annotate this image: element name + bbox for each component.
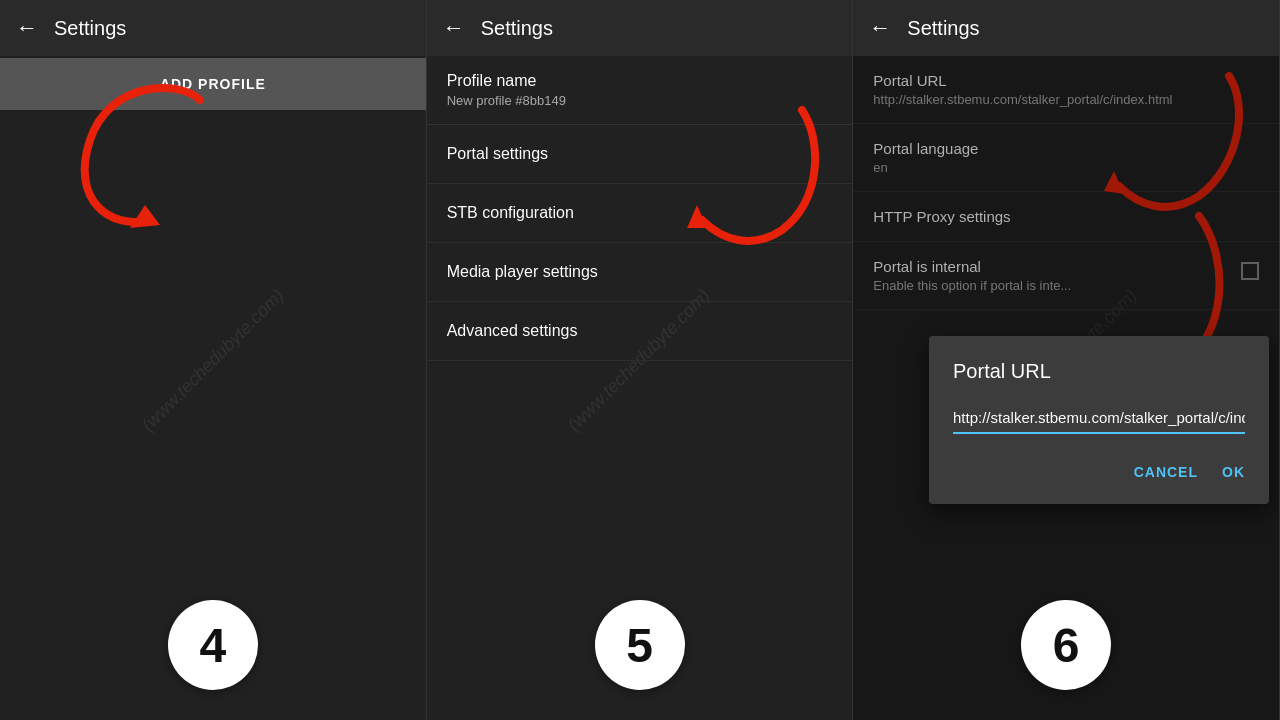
dialog-cancel-button[interactable]: CANCEL	[1134, 464, 1198, 480]
dialog-actions: CANCEL OK	[953, 464, 1245, 480]
dialog-url-input[interactable]	[953, 403, 1245, 434]
settings-item-media[interactable]: Media player settings	[427, 243, 853, 302]
panel3-title: Settings	[907, 17, 979, 40]
profile-name-section: Profile name New profile #8bb149	[427, 56, 853, 125]
back-button-1[interactable]: ←	[16, 15, 38, 41]
panel-step-4: (www.techedubyte.com) ← Settings ADD PRO…	[0, 0, 427, 720]
step-circle-4: 4	[168, 600, 258, 690]
step-circle-6: 6	[1021, 600, 1111, 690]
add-profile-button[interactable]: ADD PROFILE	[0, 58, 426, 110]
back-button-3[interactable]: ←	[869, 15, 891, 41]
settings-item-stb[interactable]: STB configuration	[427, 184, 853, 243]
panel-step-6: (www.techedubyte.com) ← Settings Portal …	[853, 0, 1280, 720]
step-circle-5: 5	[595, 600, 685, 690]
portal-url-dialog: Portal URL CANCEL OK	[929, 336, 1269, 504]
dialog-title: Portal URL	[953, 360, 1245, 383]
panel1-title: Settings	[54, 17, 126, 40]
panel-step-5: (www.techedubyte.com) ← Settings Profile…	[427, 0, 854, 720]
panel2-header: ← Settings	[427, 0, 853, 56]
profile-name-label: Profile name	[447, 72, 833, 90]
panel1-header: ← Settings	[0, 0, 426, 56]
settings-item-advanced[interactable]: Advanced settings	[427, 302, 853, 361]
back-button-2[interactable]: ←	[443, 15, 465, 41]
panel3-header: ← Settings	[853, 0, 1279, 56]
dialog-ok-button[interactable]: OK	[1222, 464, 1245, 480]
settings-item-portal[interactable]: Portal settings	[427, 125, 853, 184]
panel2-title: Settings	[481, 17, 553, 40]
profile-name-value: New profile #8bb149	[447, 93, 833, 108]
